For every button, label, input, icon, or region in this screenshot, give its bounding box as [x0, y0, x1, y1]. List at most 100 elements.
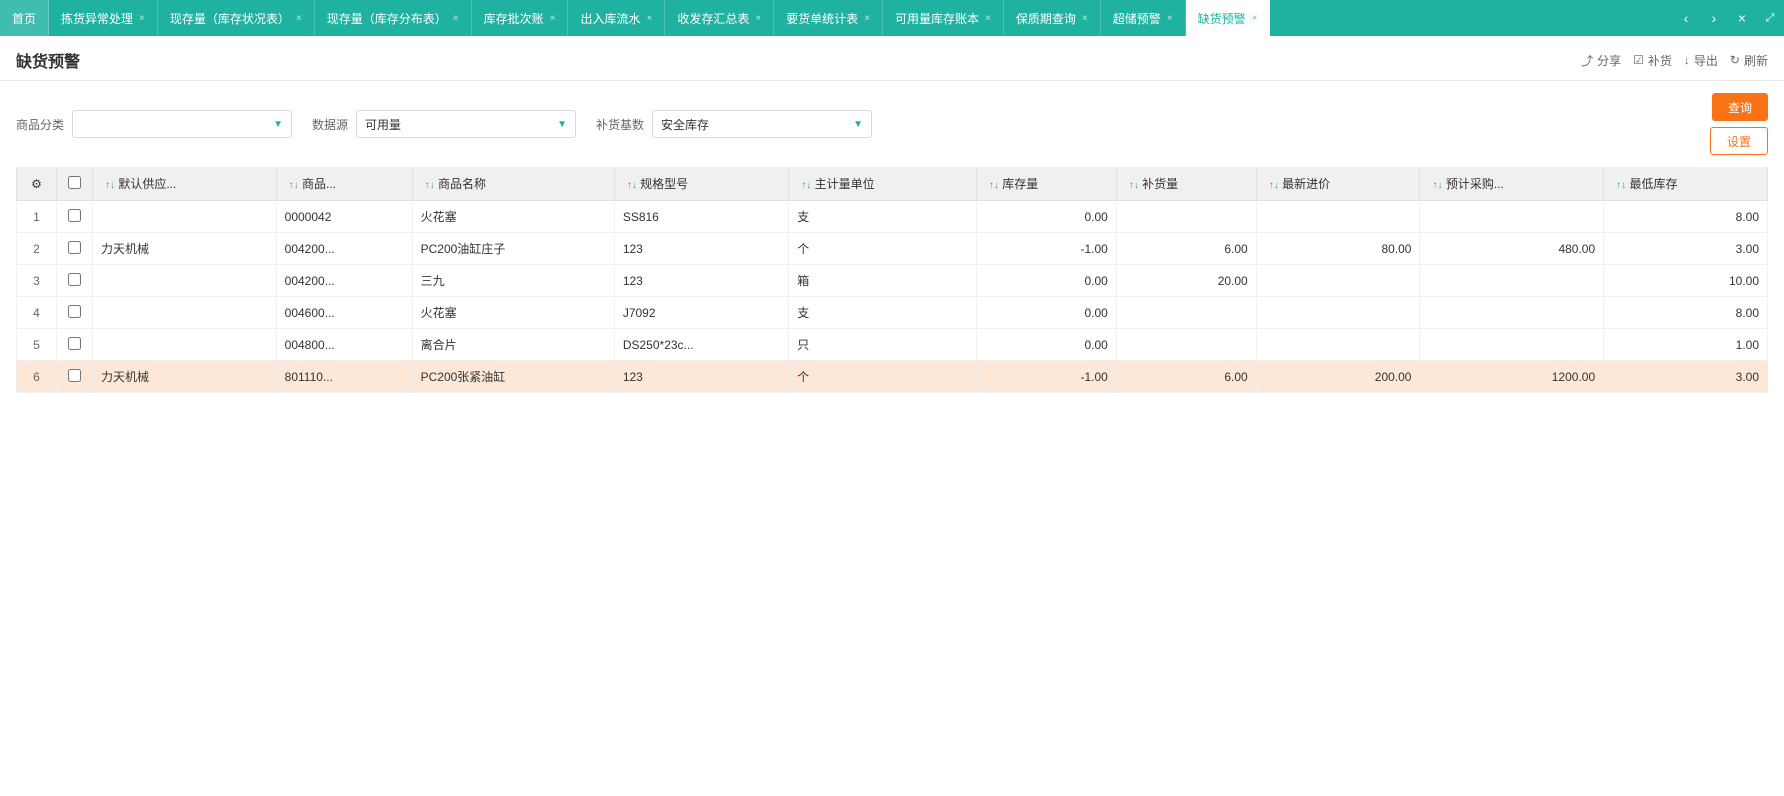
close-tab-shortage[interactable]: × — [1252, 13, 1258, 24]
column-checkbox — [57, 167, 93, 201]
sort-icon[interactable]: ↑↓ — [1432, 180, 1442, 191]
close-tab-batch-account[interactable]: × — [550, 13, 556, 24]
row-checkbox[interactable] — [68, 305, 81, 318]
row-number: 4 — [17, 297, 57, 329]
row-checkbox-cell[interactable] — [57, 233, 93, 265]
datasource-filter-label: 数据源 — [312, 116, 348, 133]
replenish-button[interactable]: ☑ 补货 — [1633, 52, 1672, 69]
table-row: 5 004800... 离合片 DS250*23c... 只 0.00 1.00 — [17, 329, 1768, 361]
refresh-icon: ↻ — [1730, 53, 1740, 67]
tab-prev-button[interactable]: ‹ — [1672, 0, 1700, 36]
shortage-table: ⚙ ↑↓ 默认供应... ↑↓ 商品... ↑↓ 商品 — [16, 167, 1768, 393]
close-tab-inventory-status[interactable]: × — [296, 13, 302, 24]
close-tab-inventory-dist[interactable]: × — [453, 13, 459, 24]
close-tab-avail-ledger[interactable]: × — [985, 13, 991, 24]
tab-close-all-button[interactable]: × — [1728, 0, 1756, 36]
cell-stock-qty: -1.00 — [976, 361, 1116, 393]
category-filter-select[interactable]: ▼ — [72, 110, 292, 138]
sort-icon[interactable]: ↑↓ — [989, 180, 999, 191]
row-checkbox-cell[interactable] — [57, 201, 93, 233]
row-checkbox[interactable] — [68, 369, 81, 382]
sort-icon[interactable]: ↑↓ — [425, 180, 435, 191]
gear-icon[interactable]: ⚙ — [31, 177, 42, 191]
tab-inout-flow[interactable]: 出入库流水 × — [568, 0, 665, 36]
tab-abnormal[interactable]: 拣货异常处理 × — [49, 0, 158, 36]
column-settings[interactable]: ⚙ — [17, 167, 57, 201]
cell-replenish-qty: 6.00 — [1116, 361, 1256, 393]
sort-icon[interactable]: ↑↓ — [289, 180, 299, 191]
cell-latest-price — [1256, 265, 1420, 297]
cell-unit: 支 — [789, 201, 977, 233]
cell-spec: SS816 — [614, 201, 788, 233]
sort-icon[interactable]: ↑↓ — [801, 180, 811, 191]
tab-home[interactable]: 首页 — [0, 0, 49, 36]
table-row: 4 004600... 火花塞 J7092 支 0.00 8.00 — [17, 297, 1768, 329]
tab-shortage[interactable]: 缺货预警 × — [1186, 0, 1271, 36]
tab-demand-stat[interactable]: 要货单统计表 × — [774, 0, 883, 36]
replenish-icon: ☑ — [1633, 53, 1644, 67]
sort-icon[interactable]: ↑↓ — [105, 180, 115, 191]
tab-batch-account[interactable]: 库存批次账 × — [472, 0, 569, 36]
row-checkbox-cell[interactable] — [57, 297, 93, 329]
datasource-filter-select[interactable]: 可用量 ▼ — [356, 110, 576, 138]
header-actions: ⤴ 分享 ☑ 补货 ↓ 导出 ↻ 刷新 — [1581, 52, 1768, 69]
sort-icon[interactable]: ↑↓ — [627, 180, 637, 191]
category-dropdown-arrow: ▼ — [273, 119, 283, 130]
tab-fullscreen-button[interactable]: ⤢ — [1756, 0, 1784, 36]
cell-supplier: 力天机械 — [93, 233, 277, 265]
column-unit: ↑↓ 主计量单位 — [789, 167, 977, 201]
row-checkbox[interactable] — [68, 273, 81, 286]
column-goods-name: ↑↓ 商品名称 — [412, 167, 614, 201]
refresh-button[interactable]: ↻ 刷新 — [1730, 52, 1768, 69]
row-checkbox[interactable] — [68, 209, 81, 222]
column-latest-price: ↑↓ 最新进价 — [1256, 167, 1420, 201]
cell-goods-code: 004200... — [276, 233, 412, 265]
row-checkbox-cell[interactable] — [57, 265, 93, 297]
select-all-checkbox[interactable] — [68, 176, 81, 189]
sort-icon[interactable]: ↑↓ — [1129, 180, 1139, 191]
cell-replenish-qty: 6.00 — [1116, 233, 1256, 265]
close-tab-overstock[interactable]: × — [1167, 13, 1173, 24]
cell-replenish-qty — [1116, 297, 1256, 329]
row-checkbox-cell[interactable] — [57, 329, 93, 361]
cell-est-purchase — [1420, 201, 1604, 233]
tab-expiry-query[interactable]: 保质期查询 × — [1004, 0, 1101, 36]
close-tab-abnormal[interactable]: × — [139, 13, 145, 24]
row-checkbox-cell[interactable] — [57, 361, 93, 393]
tab-receive-summary[interactable]: 收发存汇总表 × — [665, 0, 774, 36]
tab-avail-ledger[interactable]: 可用量库存账本 × — [883, 0, 1004, 36]
table-row: 1 0000042 火花塞 SS816 支 0.00 8.00 — [17, 201, 1768, 233]
share-button[interactable]: ⤴ 分享 — [1581, 52, 1621, 69]
close-tab-expiry-query[interactable]: × — [1082, 13, 1088, 24]
category-filter-group: 商品分类 ▼ — [16, 110, 292, 138]
close-tab-receive-summary[interactable]: × — [755, 13, 761, 24]
close-tab-inout-flow[interactable]: × — [646, 13, 652, 24]
cell-goods-name: PC200油缸庄子 — [412, 233, 614, 265]
cell-latest-price: 200.00 — [1256, 361, 1420, 393]
cell-unit: 箱 — [789, 265, 977, 297]
row-checkbox[interactable] — [68, 241, 81, 254]
page-header: 缺货预警 ⤴ 分享 ☑ 补货 ↓ 导出 ↻ 刷新 — [0, 36, 1784, 81]
row-checkbox[interactable] — [68, 337, 81, 350]
sort-icon[interactable]: ↑↓ — [1269, 180, 1279, 191]
close-tab-demand-stat[interactable]: × — [864, 13, 870, 24]
datasource-dropdown-arrow: ▼ — [557, 119, 567, 130]
cell-goods-name: 火花塞 — [412, 297, 614, 329]
cell-supplier — [93, 201, 277, 233]
settings-button[interactable]: 设置 — [1710, 127, 1768, 155]
query-button[interactable]: 查询 — [1712, 93, 1768, 121]
cell-supplier — [93, 297, 277, 329]
row-number: 1 — [17, 201, 57, 233]
sort-icon[interactable]: ↑↓ — [1616, 180, 1626, 191]
cell-stock-qty: -1.00 — [976, 233, 1116, 265]
cell-min-stock: 10.00 — [1604, 265, 1768, 297]
tab-next-button[interactable]: › — [1700, 0, 1728, 36]
replenish-base-filter-select[interactable]: 安全库存 ▼ — [652, 110, 872, 138]
tab-inventory-dist[interactable]: 现存量（库存分布表） × — [315, 0, 472, 36]
cell-spec: 123 — [614, 265, 788, 297]
cell-spec: 123 — [614, 361, 788, 393]
cell-latest-price — [1256, 201, 1420, 233]
export-button[interactable]: ↓ 导出 — [1684, 52, 1718, 69]
tab-overstock[interactable]: 超储预警 × — [1101, 0, 1186, 36]
tab-inventory-status[interactable]: 现存量（库存状况表） × — [158, 0, 315, 36]
